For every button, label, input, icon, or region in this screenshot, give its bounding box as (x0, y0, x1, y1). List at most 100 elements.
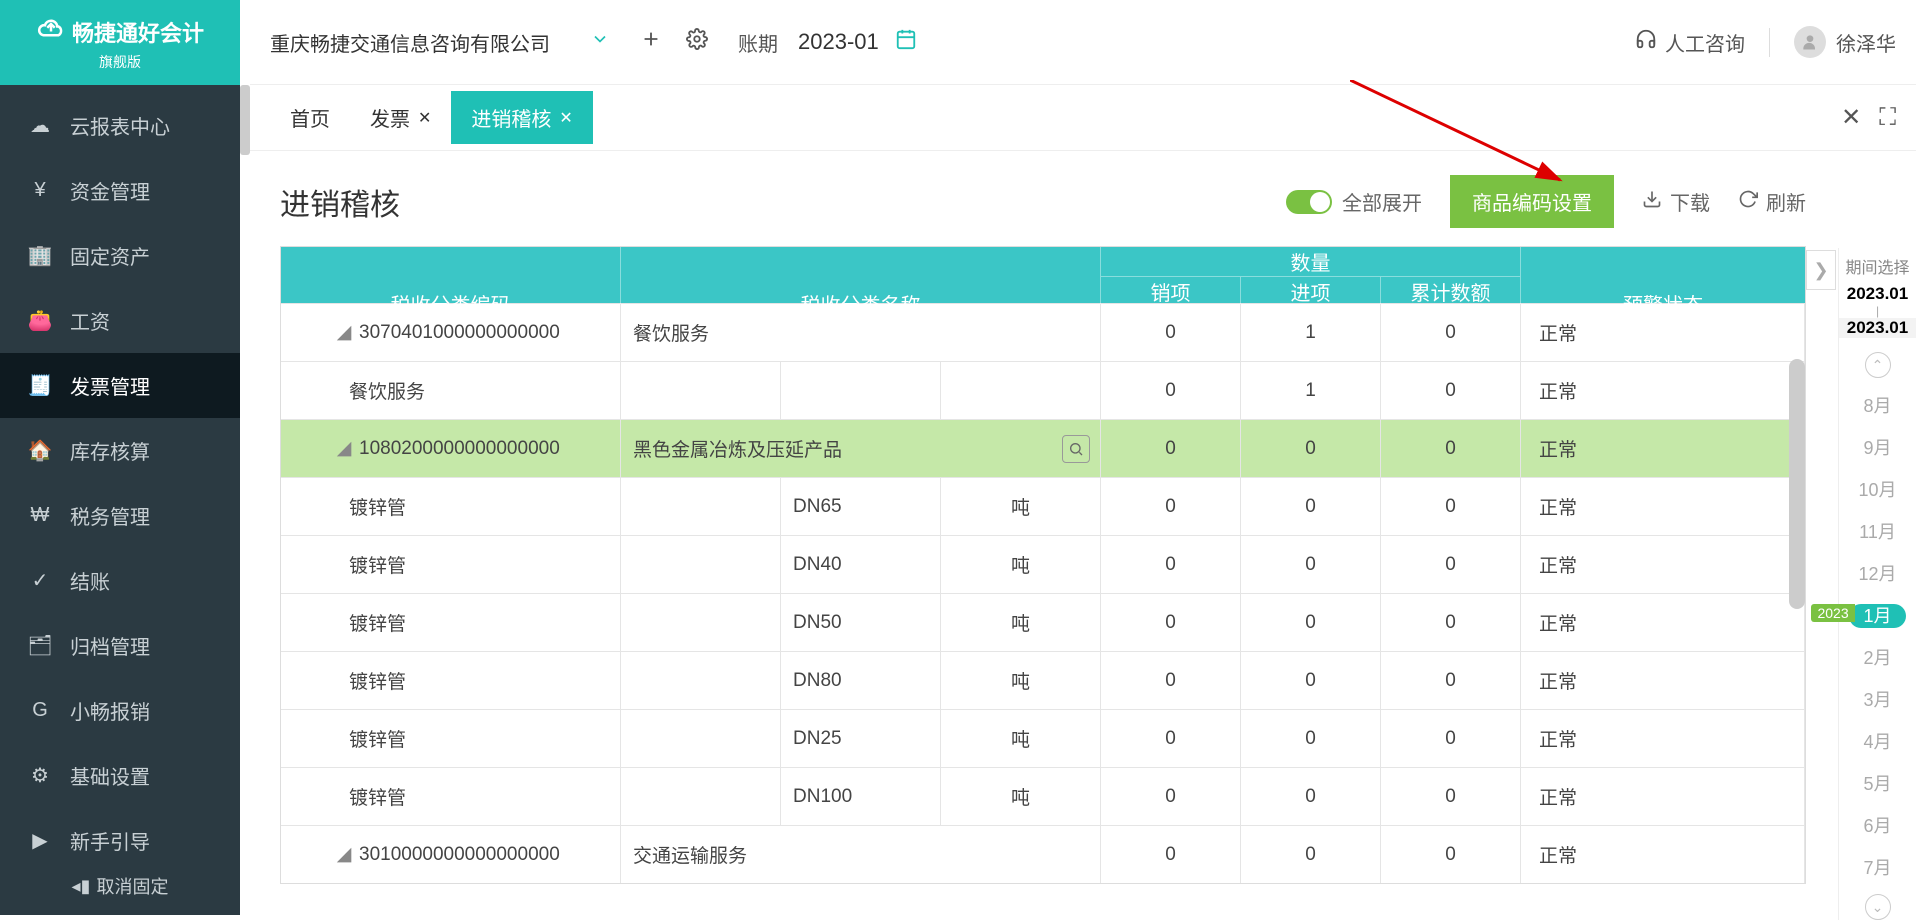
cell-cum: 0 (1381, 362, 1521, 419)
download-label: 下载 (1670, 187, 1710, 216)
timeline-to: 2023.01 (1839, 318, 1916, 338)
cell-sales: 0 (1101, 536, 1241, 593)
th-qty: 数量 (1101, 247, 1521, 276)
sidebar-item-0[interactable]: ☁云报表中心 (0, 93, 240, 158)
cell-cum: 0 (1381, 304, 1521, 361)
consult-button[interactable]: 人工咨询 (1635, 28, 1770, 57)
cell-blank (621, 594, 781, 651)
expand-all-toggle[interactable] (1286, 190, 1332, 214)
vertical-scrollbar[interactable] (1789, 359, 1805, 609)
sidebar-item-3[interactable]: 👛工资 (0, 288, 240, 353)
table-row[interactable]: 镀锌管DN50吨000正常 (281, 593, 1805, 651)
timeline-month[interactable]: 6月 (1863, 812, 1891, 838)
sidebar-item-1[interactable]: ¥资金管理 (0, 158, 240, 223)
user-menu[interactable]: 徐泽华 (1794, 26, 1896, 58)
expand-icon[interactable]: ◢ (329, 321, 359, 344)
timeline-down-button[interactable]: ⌄ (1865, 894, 1891, 920)
sidebar-item-4[interactable]: 🧾发票管理 (0, 353, 240, 418)
tab-label: 首页 (290, 103, 330, 132)
cell-purchase: 0 (1241, 768, 1381, 825)
expand-icon[interactable]: ◢ (329, 437, 359, 460)
download-button[interactable]: 下载 (1642, 187, 1710, 216)
refresh-button[interactable]: 刷新 (1738, 187, 1806, 216)
sidebar-item-label: 小畅报销 (70, 696, 150, 725)
company-name: 重庆畅捷交通信息咨询有限公司 (270, 28, 550, 57)
cell-spec: DN80 (781, 652, 941, 709)
year-tag: 2023 (1811, 604, 1854, 622)
sidebar-item-label: 云报表中心 (70, 111, 170, 140)
period-value: 2023-01 (798, 29, 879, 55)
close-icon[interactable]: ✕ (418, 108, 431, 128)
fullscreen-icon[interactable]: ⛶ (1879, 104, 1896, 132)
table-row[interactable]: 镀锌管DN100吨000正常 (281, 767, 1805, 825)
cell-name: 镀锌管 (281, 478, 621, 535)
timeline-month[interactable]: 20231月 (1849, 602, 1905, 628)
sidebar-resize-handle[interactable] (240, 85, 250, 155)
sidebar-item-6[interactable]: ₩税务管理 (0, 483, 240, 548)
cell-spec: DN65 (781, 478, 941, 535)
cell-purchase: 0 (1241, 594, 1381, 651)
close-all-tabs-button[interactable]: ✕ (1841, 103, 1861, 132)
table-row[interactable]: 镀锌管DN80吨000正常 (281, 651, 1805, 709)
table-row[interactable]: 镀锌管DN65吨000正常 (281, 477, 1805, 535)
logo: 畅捷通好会计 旗舰版 (0, 0, 240, 85)
timeline-month[interactable]: 3月 (1863, 686, 1891, 712)
chevron-down-icon (590, 29, 610, 55)
gear-icon[interactable] (686, 28, 708, 56)
search-icon[interactable] (1062, 435, 1090, 463)
collapse-sidebar-button[interactable]: ◂▮ 取消固定 (0, 857, 240, 915)
cell-cum: 0 (1381, 478, 1521, 535)
cell-sales: 0 (1101, 826, 1241, 883)
cell-cum: 0 (1381, 420, 1521, 477)
timeline-month[interactable]: 7月 (1863, 854, 1891, 880)
timeline-month[interactable]: 2月 (1863, 644, 1891, 670)
sidebar-item-9[interactable]: G小畅报销 (0, 678, 240, 743)
company-selector[interactable]: 重庆畅捷交通信息咨询有限公司 (270, 28, 610, 57)
table-row[interactable]: ◢3070401000000000000餐饮服务010正常 (281, 303, 1805, 361)
tab-1[interactable]: 发票✕ (350, 91, 451, 144)
timeline-month[interactable]: 11月 (1859, 518, 1896, 544)
table-row[interactable]: 镀锌管DN40吨000正常 (281, 535, 1805, 593)
cloud-upload-icon (36, 14, 66, 50)
cell-spec: DN40 (781, 536, 941, 593)
timeline-month[interactable]: 5月 (1863, 770, 1891, 796)
cell-warn: 正常 (1521, 826, 1805, 883)
close-icon[interactable]: ✕ (559, 108, 572, 128)
tab-2[interactable]: 进销稽核✕ (451, 91, 592, 144)
timeline-up-button[interactable]: ⌃ (1865, 352, 1891, 378)
cell-warn: 正常 (1521, 478, 1805, 535)
cell-name: 餐饮服务 (281, 362, 621, 419)
timeline-month[interactable]: 12月 (1858, 560, 1896, 586)
timeline-month[interactable]: 8月 (1863, 392, 1891, 418)
cell-name: 镀锌管 (281, 768, 621, 825)
cell-unit: 吨 (941, 594, 1101, 651)
sidebar-item-label: 结账 (70, 566, 110, 595)
cell-cum: 0 (1381, 710, 1521, 767)
cell-purchase: 0 (1241, 536, 1381, 593)
tab-0[interactable]: 首页 (270, 91, 350, 144)
sidebar-item-5[interactable]: 🏠库存核算 (0, 418, 240, 483)
sidebar-item-10[interactable]: ⚙基础设置 (0, 743, 240, 808)
calendar-icon[interactable] (895, 28, 917, 56)
cell-name: 镀锌管 (281, 536, 621, 593)
timeline-month[interactable]: 4月 (1863, 728, 1891, 754)
cell-sales: 0 (1101, 594, 1241, 651)
timeline-month[interactable]: 10月 (1858, 476, 1896, 502)
cell-sales: 0 (1101, 420, 1241, 477)
headset-icon (1635, 28, 1657, 56)
table-row[interactable]: 镀锌管DN25吨000正常 (281, 709, 1805, 767)
sidebar-item-2[interactable]: 🏢固定资产 (0, 223, 240, 288)
expand-icon[interactable]: ◢ (329, 843, 359, 866)
cell-code: ◢3010000000000000000 (281, 826, 621, 883)
cell-warn: 正常 (1521, 768, 1805, 825)
timeline-month[interactable]: 9月 (1863, 434, 1891, 460)
timeline-collapse-button[interactable]: ❯ (1806, 250, 1836, 290)
table-row[interactable]: ◢3010000000000000000交通运输服务000正常 (281, 825, 1805, 883)
sidebar-item-8[interactable]: 🗂归档管理 (0, 613, 240, 678)
product-code-settings-button[interactable]: 商品编码设置 (1450, 175, 1614, 228)
table-row[interactable]: 餐饮服务010正常 (281, 361, 1805, 419)
sidebar-item-7[interactable]: ✓结账 (0, 548, 240, 613)
add-button[interactable] (640, 28, 662, 56)
cell-purchase: 0 (1241, 826, 1381, 883)
table-row[interactable]: ◢1080200000000000000黑色金属冶炼及压延产品000正常 (281, 419, 1805, 477)
